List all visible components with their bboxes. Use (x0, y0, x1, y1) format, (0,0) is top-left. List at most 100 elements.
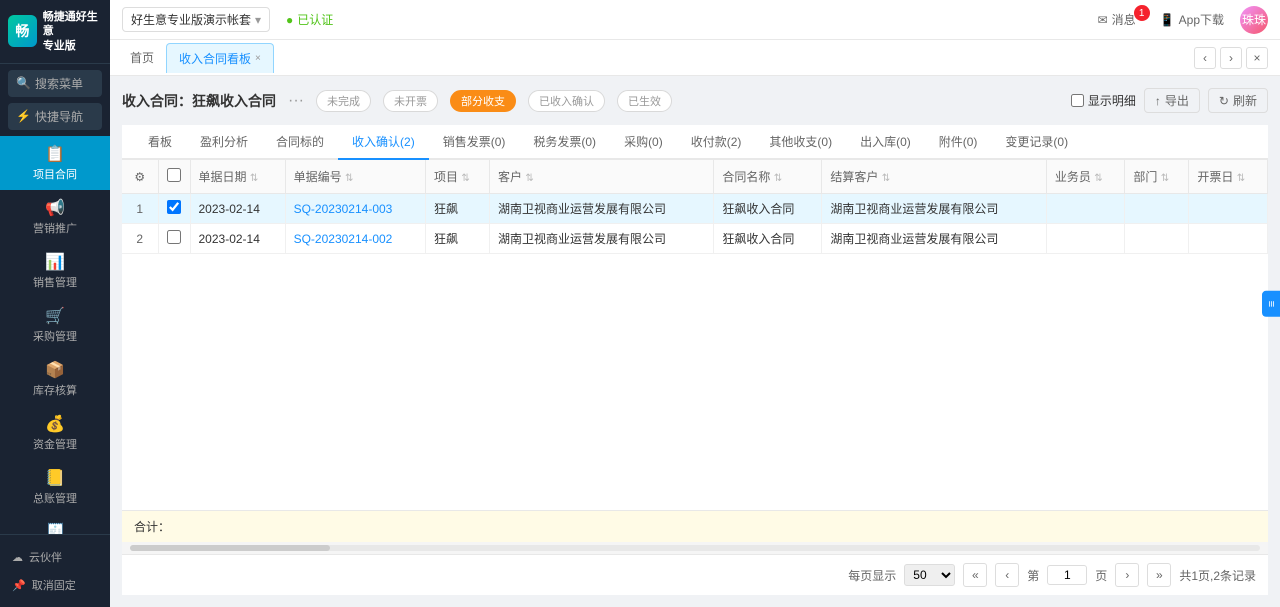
refresh-button[interactable]: ↻ 刷新 (1208, 88, 1268, 113)
status-partial-btn[interactable]: 部分收支 (450, 90, 516, 112)
message-action[interactable]: ✉ 消息 1 (1090, 11, 1144, 28)
tab-tax-invoice[interactable]: 税务发票(0) (519, 125, 610, 160)
contract-header: 收入合同：狂飙收入合同 ··· 未完成 未开票 部分收支 已收入确认 已生效 显… (122, 88, 1268, 113)
more-options-button[interactable]: ··· (288, 92, 304, 110)
invoice-icon: 🧾 (45, 522, 65, 534)
tab-close-all-button[interactable]: × (1246, 47, 1268, 69)
sidebar-item-ledger[interactable]: 📒 总账管理 (0, 460, 110, 514)
sidebar-item-invoice[interactable]: 🧾 发票管理 (0, 514, 110, 534)
unpin-item[interactable]: 📌 取消固定 (8, 571, 102, 599)
inventory-icon: 📦 (45, 360, 65, 380)
sidebar-item-marketing[interactable]: 📢 营销推广 (0, 190, 110, 244)
col-contract-sort-icon[interactable]: ⇅ (774, 173, 782, 184)
col-customer-label: 客户 (498, 170, 522, 184)
col-project-sort-icon[interactable]: ⇅ (461, 173, 469, 184)
scrollbar-track (130, 545, 1260, 551)
status-uninvoiced-btn[interactable]: 未开票 (383, 90, 438, 112)
last-page-button[interactable]: » (1147, 563, 1171, 587)
prev-page-button[interactable]: ‹ (995, 563, 1019, 587)
user-action[interactable]: 珠珠 (1240, 6, 1268, 34)
table-row[interactable]: 1 2023-02-14 SQ-20230214-003 狂飙 湖南卫视商业运营… (122, 194, 1268, 224)
cloud-partner-item[interactable]: ☁ 云伙伴 (8, 543, 102, 571)
bill-number-link[interactable]: SQ-20230214-003 (294, 202, 393, 216)
marketing-icon: 📢 (45, 198, 65, 218)
col-dept-sort-icon[interactable]: ⇅ (1161, 173, 1169, 184)
logo-icon: 畅 (8, 15, 37, 47)
page-number-input[interactable] (1047, 565, 1087, 585)
row-salesperson (1046, 194, 1125, 224)
header-actions: 显示明细 ↑ 导出 ↻ 刷新 (1071, 88, 1268, 113)
tab-other[interactable]: 其他收支(0) (755, 125, 846, 160)
col-date-sort-icon[interactable]: ⇅ (250, 173, 258, 184)
download-action[interactable]: 📱 App下载 (1160, 11, 1224, 28)
page-content: 收入合同：狂飙收入合同 ··· 未完成 未开票 部分收支 已收入确认 已生效 显… (110, 76, 1280, 607)
tab-profit[interactable]: 盈利分析 (186, 125, 262, 160)
tab-attachment[interactable]: 附件(0) (925, 125, 992, 160)
select-all-checkbox[interactable] (167, 168, 181, 182)
row-salesperson (1046, 224, 1125, 254)
bill-number-link[interactable]: SQ-20230214-002 (294, 232, 393, 246)
right-panel-icon[interactable]: ≡ (1262, 290, 1280, 316)
scrollbar-thumb[interactable] (130, 545, 330, 551)
export-button[interactable]: ↑ 导出 (1144, 88, 1200, 113)
sidebar-item-funds[interactable]: 💰 资金管理 (0, 406, 110, 460)
col-billno-label: 单据编号 (294, 170, 342, 184)
sidebar-item-inventory[interactable]: 📦 库存核算 (0, 352, 110, 406)
col-customer-sort-icon[interactable]: ⇅ (525, 173, 533, 184)
tab-contract-subject[interactable]: 合同标的 (262, 125, 338, 160)
sidebar-item-sales[interactable]: 📊 销售管理 (0, 244, 110, 298)
column-settings-icon[interactable]: ⚙ (134, 170, 145, 184)
row-num: 2 (122, 224, 158, 254)
row-invoice-date (1189, 224, 1268, 254)
company-name: 好生意专业版演示帐套 (131, 11, 251, 28)
status-confirmed-btn[interactable]: 已收入确认 (528, 90, 605, 112)
quick-nav-icon: ⚡ (16, 109, 31, 123)
tab-sales-invoice[interactable]: 销售发票(0) (429, 125, 520, 160)
show-detail-checkbox[interactable] (1071, 94, 1084, 107)
col-check-header (158, 160, 190, 194)
tab-payment[interactable]: 收付款(2) (677, 125, 756, 160)
col-settlement-header: 结算客户 ⇅ (822, 160, 1046, 194)
tab-change-log[interactable]: 变更记录(0) (991, 125, 1082, 160)
tab-purchase[interactable]: 采购(0) (610, 125, 677, 160)
row-checkbox[interactable] (167, 230, 181, 244)
horizontal-scrollbar[interactable] (122, 542, 1268, 554)
home-breadcrumb[interactable]: 首页 (122, 49, 162, 66)
col-project-label: 项目 (434, 170, 458, 184)
pin-icon: 📌 (12, 579, 26, 592)
next-page-button[interactable]: › (1115, 563, 1139, 587)
status-incomplete-btn[interactable]: 未完成 (316, 90, 371, 112)
show-detail-toggle[interactable]: 显示明细 (1071, 92, 1136, 109)
tab-revenue-confirm[interactable]: 收入确认(2) (338, 125, 429, 160)
tab-next-button[interactable]: › (1220, 47, 1242, 69)
sidebar-item-purchase[interactable]: 🛒 采购管理 (0, 298, 110, 352)
per-page-select[interactable]: 50 100 200 (904, 564, 955, 586)
funds-icon: 💰 (45, 414, 65, 434)
status-active-btn[interactable]: 已生效 (617, 90, 672, 112)
row-checkbox[interactable] (167, 200, 181, 214)
topbar: 好生意专业版演示帐套 ▾ ● 已认证 ✉ 消息 1 📱 App下载 珠珠 (110, 0, 1280, 40)
tab-warehouse[interactable]: 出入库(0) (846, 125, 925, 160)
tab-prev-button[interactable]: ‹ (1194, 47, 1216, 69)
refresh-icon: ↻ (1219, 94, 1229, 108)
table-row[interactable]: 2 2023-02-14 SQ-20230214-002 狂飙 湖南卫视商业运营… (122, 224, 1268, 254)
active-tab[interactable]: 收入合同看板 × (166, 43, 274, 73)
col-settlement-sort-icon[interactable]: ⇅ (882, 173, 890, 184)
contract-title: 收入合同：狂飙收入合同 (122, 91, 276, 111)
total-info: 共1页,2条记录 (1179, 567, 1256, 584)
search-icon: 🔍 (16, 76, 31, 90)
company-selector[interactable]: 好生意专业版演示帐套 ▾ (122, 7, 270, 32)
table-wrapper: ⚙ 单据日期 ⇅ 单据编号 ⇅ (122, 160, 1268, 510)
col-invoice-date-sort-icon[interactable]: ⇅ (1237, 173, 1245, 184)
col-billno-sort-icon[interactable]: ⇅ (345, 173, 353, 184)
row-billno: SQ-20230214-003 (285, 194, 425, 224)
search-menu-button[interactable]: 🔍 搜索菜单 (8, 70, 102, 97)
tab-close-button[interactable]: × (255, 53, 261, 64)
col-contract-label: 合同名称 (722, 170, 770, 184)
quick-nav-button[interactable]: ⚡ 快捷导航 (8, 103, 102, 130)
col-salesperson-sort-icon[interactable]: ⇅ (1094, 173, 1102, 184)
tab-dashboard[interactable]: 看板 (134, 125, 186, 160)
sidebar-item-project-contract[interactable]: 📋 项目合同 (0, 136, 110, 190)
first-page-button[interactable]: « (963, 563, 987, 587)
message-icon: ✉ (1098, 13, 1108, 27)
